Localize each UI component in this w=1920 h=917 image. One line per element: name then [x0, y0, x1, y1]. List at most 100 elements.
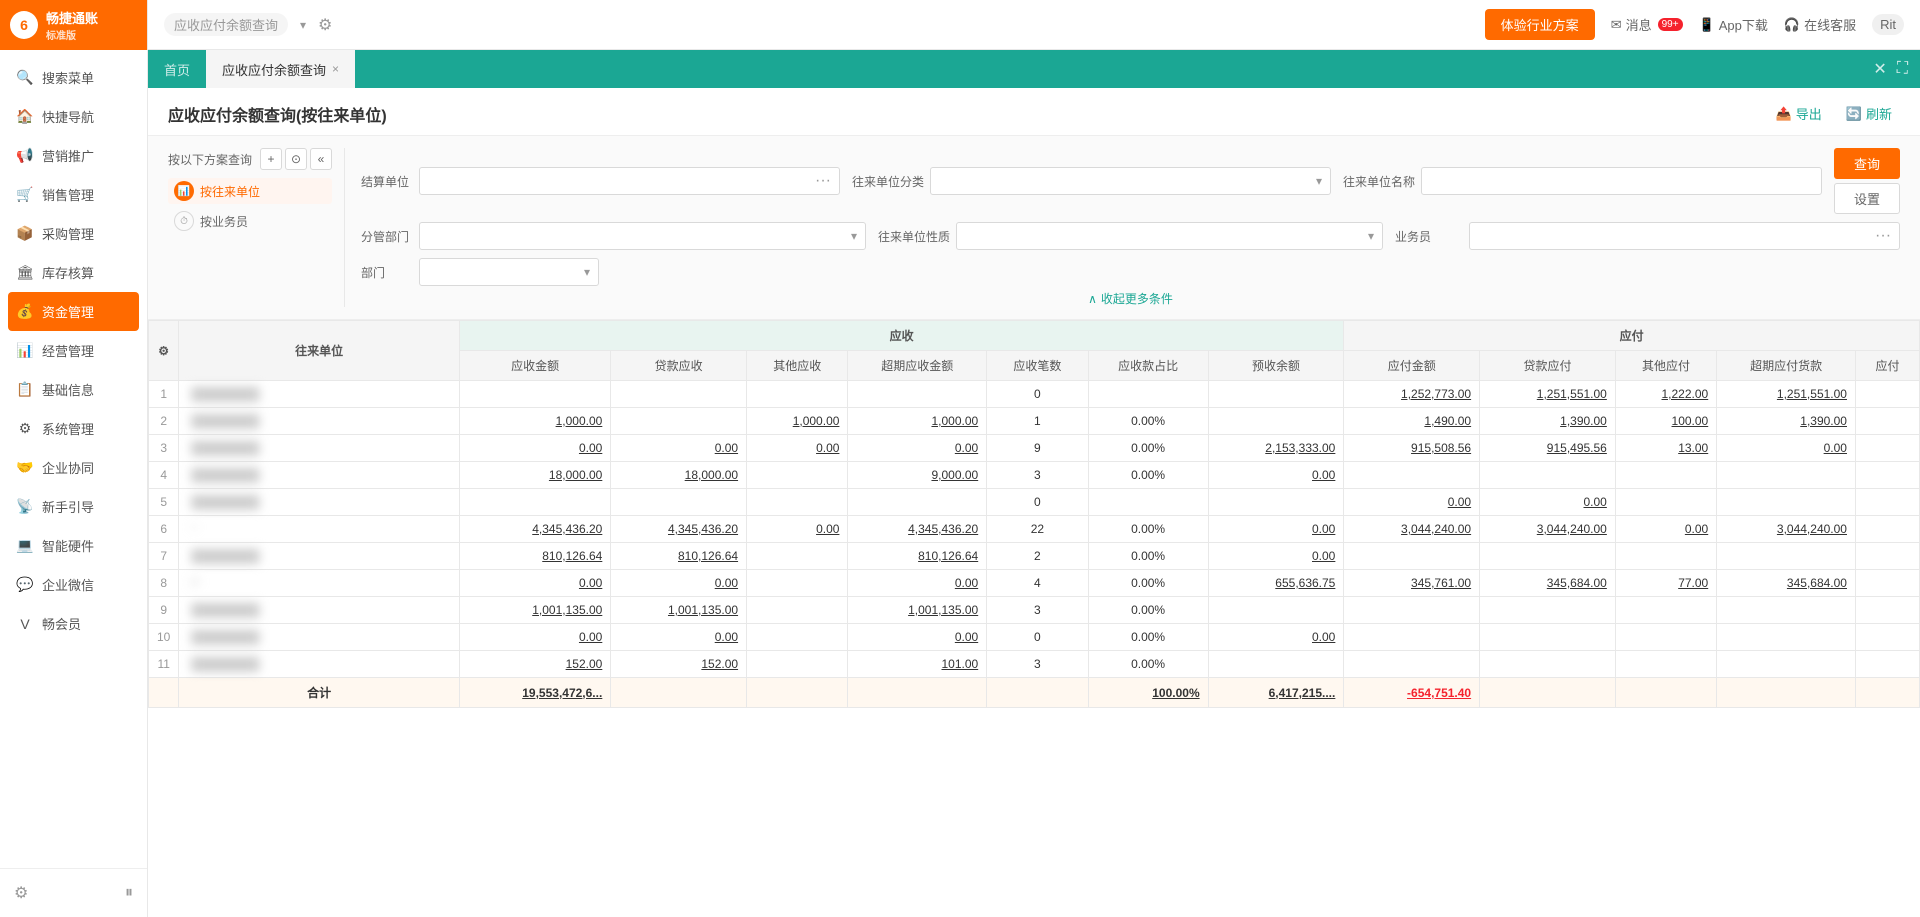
cell-yf-je-8[interactable]: 345,761.00: [1344, 570, 1480, 597]
sidebar-item-basic[interactable]: 📋 基础信息: [0, 370, 147, 409]
sidebar-item-search[interactable]: 🔍 搜索菜单: [0, 58, 147, 97]
sidebar-item-finance[interactable]: 💰 资金管理: [8, 292, 139, 331]
cell-ys-je-8[interactable]: 0.00: [459, 570, 610, 597]
set-button[interactable]: 设置: [1834, 183, 1900, 214]
settings-bottom-icon[interactable]: ⚙: [10, 879, 32, 907]
tab-close-btn[interactable]: ✕: [1873, 59, 1886, 79]
cell-yf-dk-5[interactable]: 0.00: [1480, 489, 1616, 516]
query-button[interactable]: 查询: [1834, 148, 1900, 179]
cell-yf-qt-1[interactable]: 1,222.00: [1615, 381, 1716, 408]
input-jsdw[interactable]: ···: [419, 167, 840, 195]
collapse-sidebar-icon[interactable]: ⏸: [121, 880, 137, 906]
user-profile[interactable]: Rit: [1872, 14, 1904, 35]
sidebar-item-sales[interactable]: 🛒 销售管理: [0, 175, 147, 214]
footer-ys-yy[interactable]: 6,417,215....: [1208, 678, 1344, 708]
input-lwdwmc[interactable]: [1421, 167, 1822, 195]
cell-yf-dk-1[interactable]: 1,251,551.00: [1480, 381, 1616, 408]
sidebar-item-operations[interactable]: 📊 经营管理: [0, 331, 147, 370]
cell-yf-qt-8[interactable]: 77.00: [1615, 570, 1716, 597]
trial-btn[interactable]: 体验行业方案: [1485, 9, 1595, 40]
cell-ys-dk-11[interactable]: 152.00: [611, 651, 747, 678]
sidebar-item-hardware[interactable]: 💻 智能硬件: [0, 526, 147, 565]
footer-ys-je[interactable]: 19,553,472,6...: [459, 678, 610, 708]
cell-ys-dk-7[interactable]: 810,126.64: [611, 543, 747, 570]
select-lwdwfl[interactable]: ▾: [930, 167, 1331, 195]
cell-ys-dk-3[interactable]: 0.00: [611, 435, 747, 462]
sidebar-item-system[interactable]: ⚙ 系统管理: [0, 409, 147, 448]
select-fgbm[interactable]: ▾: [419, 222, 866, 250]
scheme-item-partner[interactable]: 📊 按往来单位: [168, 178, 332, 204]
edit-scheme-btn[interactable]: ⊙: [285, 148, 307, 170]
cell-yf-cq-8[interactable]: 345,684.00: [1717, 570, 1856, 597]
cell-ys-qt-2[interactable]: 1,000.00: [747, 408, 848, 435]
cell-ys-cq-3[interactable]: 0.00: [848, 435, 987, 462]
online-service-btn[interactable]: 🎧 在线客服: [1784, 15, 1856, 34]
cell-ys-dk-8[interactable]: 0.00: [611, 570, 747, 597]
cell-yf-cq-1[interactable]: 1,251,551.00: [1717, 381, 1856, 408]
cell-yf-cq-6[interactable]: 3,044,240.00: [1717, 516, 1856, 543]
tab-query[interactable]: 应收应付余额查询 ×: [206, 50, 355, 88]
tab-home[interactable]: 首页: [148, 50, 206, 88]
cell-yf-dk-8[interactable]: 345,684.00: [1480, 570, 1616, 597]
cell-yf-qt-6[interactable]: 0.00: [1615, 516, 1716, 543]
cell-yf-je-3[interactable]: 915,508.56: [1344, 435, 1480, 462]
cell-ys-je-3[interactable]: 0.00: [459, 435, 610, 462]
cell-ys-je-6[interactable]: 4,345,436.20: [459, 516, 610, 543]
cell-ys-je-2[interactable]: 1,000.00: [459, 408, 610, 435]
cell-yf-dk-6[interactable]: 3,044,240.00: [1480, 516, 1616, 543]
cell-ys-qt-3[interactable]: 0.00: [747, 435, 848, 462]
cell-ys-je-7[interactable]: 810,126.64: [459, 543, 610, 570]
cell-yf-cq-2[interactable]: 1,390.00: [1717, 408, 1856, 435]
cell-ys-cq-4[interactable]: 9,000.00: [848, 462, 987, 489]
cell-yf-je-1[interactable]: 1,252,773.00: [1344, 381, 1480, 408]
cell-yf-dk-3[interactable]: 915,495.56: [1480, 435, 1616, 462]
cell-yf-qt-2[interactable]: 100.00: [1615, 408, 1716, 435]
ywy-dots[interactable]: ···: [1875, 227, 1891, 245]
cell-ys-cq-7[interactable]: 810,126.64: [848, 543, 987, 570]
sidebar-item-purchase[interactable]: 📦 采购管理: [0, 214, 147, 253]
cell-ys-cq-6[interactable]: 4,345,436.20: [848, 516, 987, 543]
add-scheme-btn[interactable]: +: [260, 148, 282, 170]
cell-ys-qt-6[interactable]: 0.00: [747, 516, 848, 543]
cell-ys-je-10[interactable]: 0.00: [459, 624, 610, 651]
collapse-scheme-btn[interactable]: «: [310, 148, 332, 170]
cell-ys-cq-10[interactable]: 0.00: [848, 624, 987, 651]
export-btn[interactable]: 📤 导出: [1768, 100, 1830, 127]
table-settings-col[interactable]: ⚙: [149, 321, 179, 381]
sidebar-item-guide[interactable]: 📡 新手引导: [0, 487, 147, 526]
collapse-more-btn[interactable]: ∧ 收起更多条件: [1088, 290, 1173, 307]
scheme-item-staff[interactable]: ⏱ 按业务员: [168, 208, 332, 234]
cell-yf-qt-3[interactable]: 13.00: [1615, 435, 1716, 462]
message-btn[interactable]: ✉ 消息 99+: [1611, 15, 1683, 34]
jsdw-dots[interactable]: ···: [815, 172, 831, 190]
cell-yf-je-6[interactable]: 3,044,240.00: [1344, 516, 1480, 543]
cell-yf-cq-3[interactable]: 0.00: [1717, 435, 1856, 462]
cell-ys-yy-7[interactable]: 0.00: [1208, 543, 1344, 570]
cell-ys-je-4[interactable]: 18,000.00: [459, 462, 610, 489]
cell-ys-yy-6[interactable]: 0.00: [1208, 516, 1344, 543]
cell-ys-yy-4[interactable]: 0.00: [1208, 462, 1344, 489]
select-bm[interactable]: ▾: [419, 258, 599, 286]
cell-ys-cq-11[interactable]: 101.00: [848, 651, 987, 678]
sidebar-item-member[interactable]: V 畅会员: [0, 604, 147, 643]
sidebar-item-marketing[interactable]: 📢 营销推广: [0, 136, 147, 175]
cell-ys-dk-9[interactable]: 1,001,135.00: [611, 597, 747, 624]
cell-yf-je-5[interactable]: 0.00: [1344, 489, 1480, 516]
header-gear-icon[interactable]: ⚙: [318, 15, 332, 35]
cell-ys-yy-3[interactable]: 2,153,333.00: [1208, 435, 1344, 462]
cell-ys-cq-9[interactable]: 1,001,135.00: [848, 597, 987, 624]
sidebar-item-wechat[interactable]: 💬 企业微信: [0, 565, 147, 604]
tab-close-icon[interactable]: ×: [332, 62, 339, 76]
sidebar-item-collab[interactable]: 🤝 企业协同: [0, 448, 147, 487]
select-lwdwxz[interactable]: ▾: [956, 222, 1383, 250]
cell-ys-je-9[interactable]: 1,001,135.00: [459, 597, 610, 624]
cell-ys-dk-6[interactable]: 4,345,436.20: [611, 516, 747, 543]
cell-ys-dk-4[interactable]: 18,000.00: [611, 462, 747, 489]
cell-ys-je-11[interactable]: 152.00: [459, 651, 610, 678]
input-ywy[interactable]: ···: [1469, 222, 1900, 250]
app-download-btn[interactable]: 📱 App下载: [1699, 15, 1768, 34]
cell-ys-cq-2[interactable]: 1,000.00: [848, 408, 987, 435]
sidebar-item-quicknav[interactable]: 🏠 快捷导航: [0, 97, 147, 136]
header-dropdown-arrow[interactable]: ▾: [300, 18, 306, 32]
cell-ys-yy-8[interactable]: 655,636.75: [1208, 570, 1344, 597]
